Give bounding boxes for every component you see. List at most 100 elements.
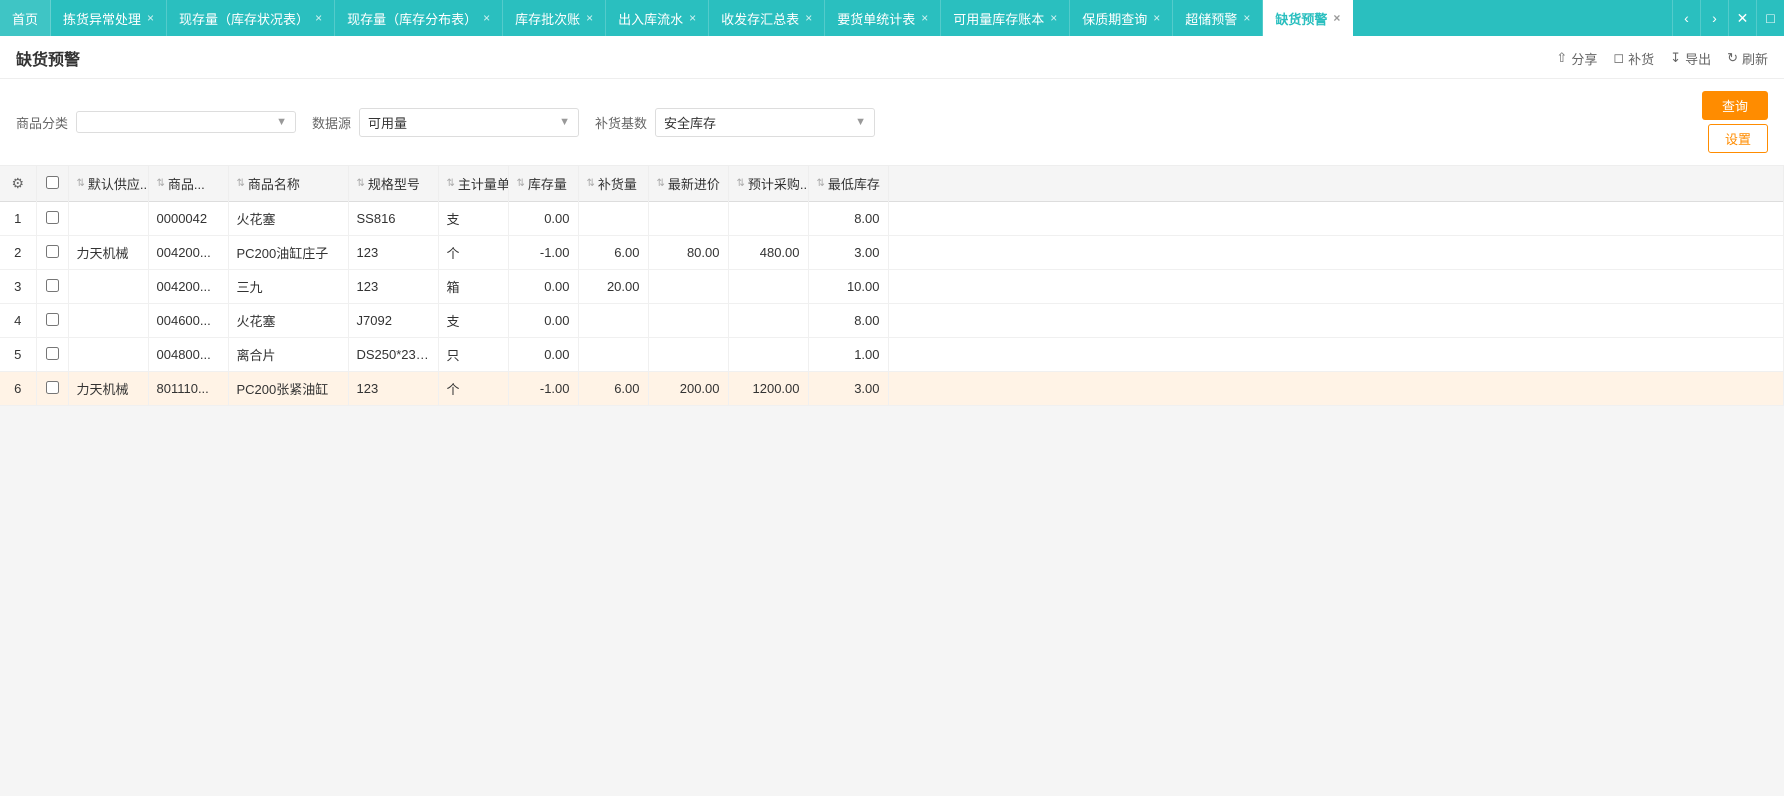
row-min-stock: 3.00 [808,372,888,406]
tab-inventory-status[interactable]: 现存量（库存状况表） × [167,0,335,36]
export-button[interactable]: ↧ 导出 [1670,49,1711,68]
tab-shortage[interactable]: 缺货预警 × [1263,0,1353,36]
gear-icon[interactable]: ⚙ [11,175,24,191]
refresh-button[interactable]: ↻ 刷新 [1727,49,1768,68]
row-check-cell[interactable] [36,338,68,372]
tab-home[interactable]: 首页 [0,0,51,36]
tab-inout[interactable]: 出入库流水 × [606,0,709,36]
th-name[interactable]: ⇅ 商品名称 [228,166,348,202]
table-header-row: ⚙ ⇅ 默认供应... ⇅ 商品... [0,166,1784,202]
row-supplier [68,202,148,236]
row-unit: 支 [438,202,508,236]
replenish-button[interactable]: ◻ 补货 [1613,49,1654,68]
replenish-base-label: 补货基数 [595,113,647,132]
th-check [36,166,68,202]
tab-summary[interactable]: 收发存汇总表 × [709,0,825,36]
tab-overstock[interactable]: 超储预警 × [1173,0,1263,36]
row-extra [888,372,1784,406]
row-check-cell[interactable] [36,304,68,338]
share-button[interactable]: ⇧ 分享 [1556,49,1597,68]
tab-expand[interactable]: □ [1756,0,1784,36]
th-unit[interactable]: ⇅ 主计量单位 [438,166,508,202]
tab-close-inout[interactable]: × [689,11,696,25]
row-min-stock: 1.00 [808,338,888,372]
th-spec[interactable]: ⇅ 规格型号 [348,166,438,202]
th-supplier[interactable]: ⇅ 默认供应... [68,166,148,202]
settings-button[interactable]: 设置 [1708,124,1768,153]
replenish-base-value: 安全库存 [664,113,716,132]
replenish-base-filter-group: 补货基数 安全库存 ▼ [595,108,875,137]
row-checkbox[interactable] [46,279,59,292]
th-code[interactable]: ⇅ 商品... [148,166,228,202]
tab-available[interactable]: 可用量库存账本 × [941,0,1070,36]
table-row: 5 004800... 离合片 DS250*23c... 只 0.00 1.00 [0,338,1784,372]
tab-close-shortage[interactable]: × [1333,11,1340,25]
datasource-filter-group: 数据源 可用量 ▼ [312,108,579,137]
tab-close-inventory-dist[interactable]: × [483,11,490,25]
row-latest-price [648,270,728,304]
row-estimated-purchase: 1200.00 [728,372,808,406]
row-check-cell[interactable] [36,236,68,270]
tab-close-batch[interactable]: × [586,11,593,25]
table-body: 1 0000042 火花塞 SS816 支 0.00 8.00 2 力天机械 0… [0,202,1784,406]
row-checkbox[interactable] [46,313,59,326]
row-check-cell[interactable] [36,270,68,304]
tab-close-inventory-status[interactable]: × [315,11,322,25]
tab-scroll-left[interactable]: ‹ [1672,0,1700,36]
th-min-stock[interactable]: ⇅ 最低库存 [808,166,888,202]
tab-close-expiry[interactable]: × [1153,11,1160,25]
row-spec: DS250*23c... [348,338,438,372]
tab-expiry[interactable]: 保质期查询 × [1070,0,1173,36]
tab-scroll-right[interactable]: › [1700,0,1728,36]
sort-icon-supplier: ⇅ [77,178,85,189]
row-code: 801110... [148,372,228,406]
row-checkbox[interactable] [46,347,59,360]
row-code: 004200... [148,236,228,270]
tab-picking[interactable]: 拣货异常处理 × [51,0,167,36]
tab-close-order-stat[interactable]: × [921,11,928,25]
row-check-cell[interactable] [36,202,68,236]
row-num: 4 [0,304,36,338]
row-unit: 箱 [438,270,508,304]
table-row: 6 力天机械 801110... PC200张紧油缸 123 个 -1.00 6… [0,372,1784,406]
row-supplier: 力天机械 [68,372,148,406]
tab-nav-buttons: ‹ › ✕ □ [1672,0,1784,36]
row-num: 5 [0,338,36,372]
th-latest-price[interactable]: ⇅ 最新进价 [648,166,728,202]
tab-close-picking[interactable]: × [147,11,154,25]
tab-bar: 首页 拣货异常处理 × 现存量（库存状况表） × 现存量（库存分布表） × 库存… [0,0,1784,36]
table-container: ⚙ ⇅ 默认供应... ⇅ 商品... [0,166,1784,406]
th-replenish[interactable]: ⇅ 补货量 [578,166,648,202]
query-button[interactable]: 查询 [1702,91,1768,120]
replenish-base-select[interactable]: 安全库存 ▼ [655,108,875,137]
tab-close-available[interactable]: × [1050,11,1057,25]
row-min-stock: 8.00 [808,304,888,338]
tab-inventory-dist[interactable]: 现存量（库存分布表） × [335,0,503,36]
row-replenish: 6.00 [578,236,648,270]
row-code: 004600... [148,304,228,338]
row-code: 0000042 [148,202,228,236]
category-filter-group: 商品分类 ▼ [16,111,296,133]
th-stock[interactable]: ⇅ 库存量 [508,166,578,202]
row-spec: 123 [348,372,438,406]
row-checkbox[interactable] [46,381,59,394]
tab-order-stat[interactable]: 要货单统计表 × [825,0,941,36]
row-check-cell[interactable] [36,372,68,406]
main-content: 缺货预警 ⇧ 分享 ◻ 补货 ↧ 导出 ↻ 刷新 商品分类 [0,36,1784,406]
row-checkbox[interactable] [46,245,59,258]
row-name: 火花塞 [228,304,348,338]
tab-close-summary[interactable]: × [805,11,812,25]
row-replenish: 20.00 [578,270,648,304]
datasource-select[interactable]: 可用量 ▼ [359,108,579,137]
select-all-checkbox[interactable] [46,176,59,189]
th-num: ⚙ [0,166,36,202]
row-latest-price: 80.00 [648,236,728,270]
tab-close-all[interactable]: ✕ [1728,0,1756,36]
category-select[interactable]: ▼ [76,111,296,133]
row-stock: -1.00 [508,236,578,270]
row-checkbox[interactable] [46,211,59,224]
row-code: 004200... [148,270,228,304]
tab-close-overstock[interactable]: × [1243,11,1250,25]
th-estimated-purchase[interactable]: ⇅ 预计采购... [728,166,808,202]
tab-batch[interactable]: 库存批次账 × [503,0,606,36]
